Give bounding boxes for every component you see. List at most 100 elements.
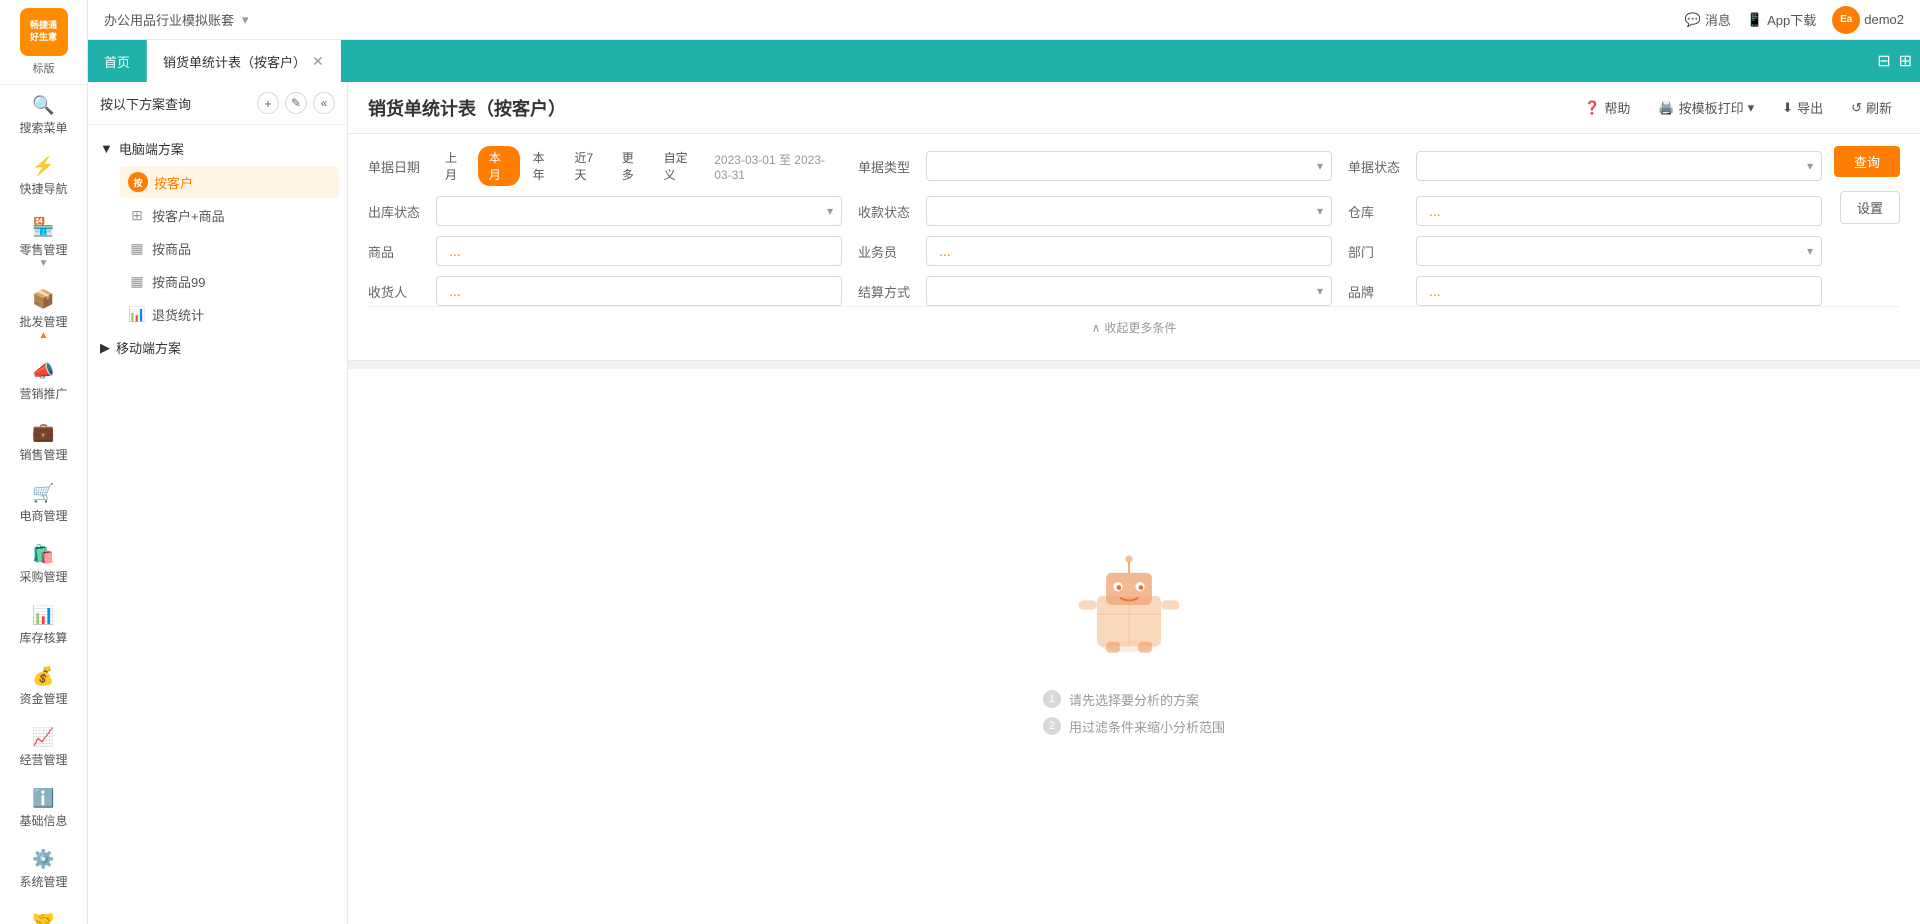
date-quick-btns: 上月 本月 本年 近7天 更多 自定义 [436, 146, 702, 186]
department-input[interactable]: ▾ [1416, 236, 1822, 266]
date-btn-this-year[interactable]: 本年 [524, 146, 562, 186]
scheme-item-by-customer[interactable]: 按 按客户 [120, 166, 339, 198]
sidebar-item-label: 基础信息 [19, 812, 67, 829]
product-input[interactable]: ... [436, 236, 842, 266]
step2-text: 用过滤条件来缩小分析范围 [1069, 717, 1225, 736]
receipt-status-input[interactable]: ▾ [926, 196, 1332, 226]
sidebar-item-quicknav[interactable]: ⚡ 快捷导航 [0, 146, 87, 207]
sidebar-item-inventory[interactable]: 📊 库存核算 [0, 595, 87, 656]
app-download-btn[interactable]: 📱 App下载 [1747, 10, 1816, 29]
salesperson-input[interactable]: ... [926, 236, 1332, 266]
tab-expand-group: ⊟ ⊞ [1877, 51, 1912, 71]
warehouse-label: 仓库 [1348, 202, 1408, 221]
category-arrow-down: ▼ [100, 141, 113, 156]
scheme-item-return-stat[interactable]: 📊 退货统计 [120, 299, 339, 330]
tab-close-icon[interactable]: ✕ [312, 53, 324, 70]
user-menu[interactable]: Ea demo2 [1832, 6, 1904, 34]
scheme-item-label: 按商品 [152, 239, 191, 258]
settings-btn[interactable]: 设置 [1840, 191, 1900, 224]
basic-icon: ℹ️ [32, 788, 54, 809]
content-header: 销货单统计表（按客户） ❓ 帮助 🖨️ 按模板打印 ▾ ⬇ 导出 [348, 82, 1920, 134]
product-dots[interactable]: ... [445, 243, 465, 259]
phone-icon: 📱 [1747, 12, 1763, 28]
tab-home[interactable]: 首页 [88, 40, 147, 82]
payment-input[interactable]: ▾ [926, 276, 1332, 306]
sidebar-item-label: 资金管理 [19, 690, 67, 707]
sidebar-item-retail[interactable]: 🏪 零售管理 ▼ [0, 207, 87, 279]
brand-input[interactable]: ... [1416, 276, 1822, 306]
category-arrow-right: ▶ [100, 340, 110, 356]
empty-state-text: 1 请先选择要分析的方案 2 用过滤条件来缩小分析范围 [1043, 690, 1225, 744]
date-btn-7days[interactable]: 近7天 [565, 146, 608, 186]
refresh-btn[interactable]: ↺ 刷新 [1843, 94, 1900, 121]
export-label: 导出 [1797, 98, 1823, 117]
doc-status-input[interactable]: ▾ [1416, 151, 1822, 181]
date-btn-last-month[interactable]: 上月 [436, 146, 474, 186]
sidebar-item-wholesale[interactable]: 📦 批发管理 ▲ [0, 279, 87, 351]
sidebar-item-sales[interactable]: 💼 销售管理 [0, 412, 87, 473]
scheme-category-mobile[interactable]: ▶ 移动端方案 [88, 332, 347, 363]
logo-subtitle: 标版 [33, 60, 55, 76]
scheme-add-btn[interactable]: + [257, 92, 279, 114]
date-btn-more[interactable]: 更多 [613, 146, 651, 186]
warehouse-input[interactable]: ... [1416, 196, 1822, 226]
empty-state-icon [1074, 550, 1194, 670]
export-btn[interactable]: ⬇ 导出 [1774, 94, 1831, 121]
department-chevron: ▾ [1807, 244, 1813, 258]
salesperson-dots[interactable]: ... [935, 243, 955, 259]
sidebar-item-ecommerce[interactable]: 🛒 电商管理 [0, 473, 87, 534]
table2-icon: ▦ [128, 273, 146, 291]
collapse-row: ∧ 收起更多条件 [368, 306, 1900, 348]
scheme-item-label: 按商品99 [152, 272, 205, 291]
search-icon: 🔍 [32, 95, 54, 116]
sidebar-item-enterprise[interactable]: 🤝 企业协同 [0, 900, 87, 924]
out-status-input[interactable]: ▾ [436, 196, 842, 226]
sidebar-item-finance[interactable]: 💰 资金管理 [0, 656, 87, 717]
brand-dots[interactable]: ... [1425, 283, 1445, 299]
topbar-right: 💬 消息 📱 App下载 Ea demo2 [1685, 6, 1904, 34]
filter-item-product: 商品 ... [368, 236, 842, 266]
bar-icon: 📊 [128, 306, 146, 324]
sidebar-item-search[interactable]: 🔍 搜索菜单 [0, 85, 87, 146]
scheme-actions: + ✎ « [257, 92, 335, 114]
doc-status-chevron: ▾ [1807, 159, 1813, 173]
doc-type-input[interactable]: ▾ [926, 151, 1332, 181]
refresh-icon: ↺ [1851, 100, 1862, 116]
scheme-item-label: 按客户+商品 [152, 206, 225, 225]
consignee-input[interactable]: ... [436, 276, 842, 306]
scheme-edit-btn[interactable]: ✎ [285, 92, 307, 114]
scheme-item-by-customer-product[interactable]: ⊞ 按客户+商品 [120, 200, 339, 231]
sidebar-item-marketing[interactable]: 📣 营销推广 [0, 351, 87, 412]
doc-type-chevron: ▾ [1317, 159, 1323, 173]
help-btn[interactable]: ❓ 帮助 [1576, 94, 1638, 121]
sidebar-item-purchase[interactable]: 🛍️ 采购管理 [0, 534, 87, 595]
sidebar-item-operations[interactable]: 📈 经营管理 [0, 717, 87, 778]
filter-item-brand: 品牌 ... [1348, 276, 1822, 306]
scheme-item-by-product99[interactable]: ▦ 按商品99 [120, 266, 339, 297]
sidebar-item-system[interactable]: ⚙️ 系统管理 [0, 839, 87, 900]
retail-icon: 🏪 [32, 217, 54, 238]
template-print-btn[interactable]: 🖨️ 按模板打印 ▾ [1650, 94, 1762, 121]
query-btn[interactable]: 查询 [1834, 146, 1900, 177]
date-btn-custom[interactable]: 自定义 [655, 146, 703, 186]
date-btn-this-month[interactable]: 本月 [478, 146, 520, 186]
operations-icon: 📈 [32, 727, 54, 748]
sidebar-item-basic[interactable]: ℹ️ 基础信息 [0, 778, 87, 839]
help-label: 帮助 [1604, 98, 1630, 117]
scheme-collapse-btn[interactable]: « [313, 92, 335, 114]
warehouse-dots[interactable]: ... [1425, 203, 1445, 219]
industry-dropdown-icon[interactable]: ▾ [242, 12, 249, 28]
filter-item-payment: 结算方式 ▾ [858, 276, 1332, 306]
scheme-item-by-product[interactable]: ▦ 按商品 [120, 233, 339, 264]
message-btn[interactable]: 💬 消息 [1685, 10, 1731, 29]
consignee-dots[interactable]: ... [445, 283, 465, 299]
minimize-icon[interactable]: ⊟ [1877, 51, 1890, 71]
quicknav-icon: ⚡ [32, 156, 54, 177]
maximize-icon[interactable]: ⊞ [1899, 51, 1912, 71]
tab-sales-stat[interactable]: 销货单统计表（按客户） ✕ [147, 40, 341, 82]
sales-stat-tab-label: 销货单统计表（按客户） [163, 52, 306, 71]
sidebar-item-label: 零售管理 [19, 241, 67, 258]
scheme-category-desktop[interactable]: ▼ 电脑端方案 [88, 133, 347, 164]
collapse-btn[interactable]: ∧ 收起更多条件 [1086, 313, 1183, 342]
category-label: 电脑端方案 [119, 139, 184, 158]
